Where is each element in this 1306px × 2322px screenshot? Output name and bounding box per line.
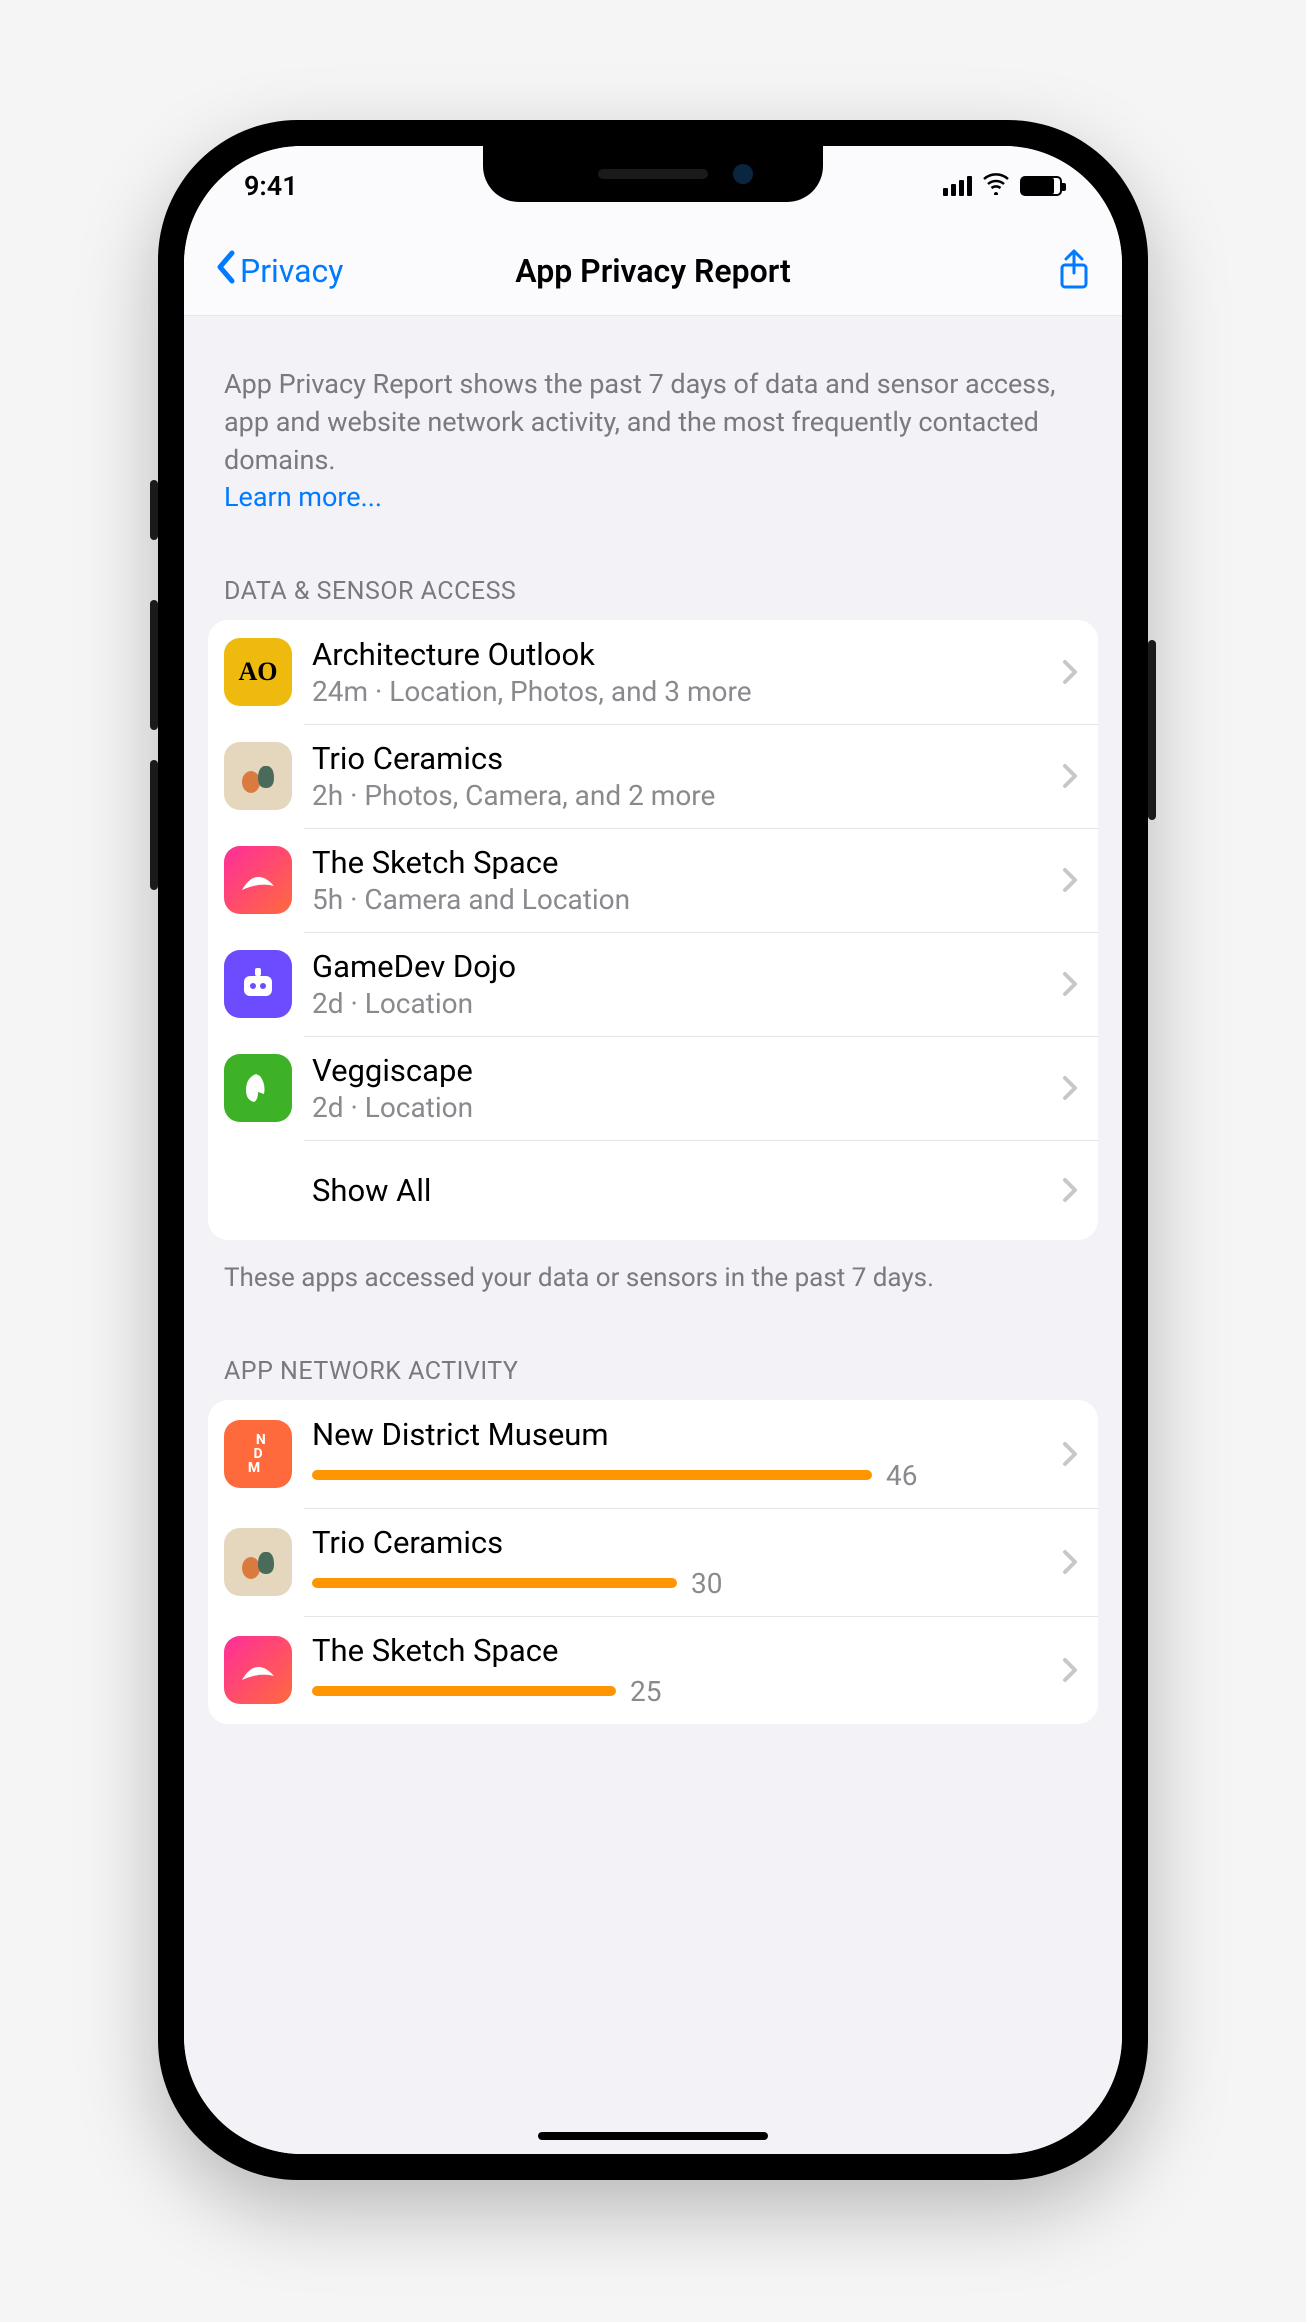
- data-sensor-row[interactable]: Veggiscape2d · Location: [208, 1036, 1098, 1140]
- back-button[interactable]: Privacy: [214, 249, 343, 293]
- activity-bar: [312, 1578, 677, 1588]
- spacer: [224, 1156, 292, 1224]
- battery-icon: [1020, 176, 1062, 196]
- network-list: NDMNew District Museum46Trio Ceramics30T…: [208, 1400, 1098, 1724]
- speaker-grille: [598, 169, 708, 179]
- access-detail: 2h · Photos, Camera, and 2 more: [312, 779, 1050, 812]
- app-name: Veggiscape: [312, 1052, 1050, 1089]
- chevron-right-icon: [1062, 971, 1078, 997]
- intro-text: App Privacy Report shows the past 7 days…: [224, 368, 1056, 476]
- chevron-right-icon: [1062, 763, 1078, 789]
- app-icon: [224, 1636, 292, 1704]
- network-row[interactable]: Trio Ceramics 30: [208, 1508, 1098, 1616]
- navigation-bar: Privacy App Privacy Report: [184, 226, 1122, 316]
- data-sensor-row[interactable]: The Sketch Space5h · Camera and Location: [208, 828, 1098, 932]
- data-sensor-row[interactable]: Trio Ceramics2h · Photos, Camera, and 2 …: [208, 724, 1098, 828]
- phone-frame: 9:41: [158, 120, 1148, 2180]
- chevron-right-icon: [1062, 1549, 1078, 1575]
- cellular-signal-icon: [943, 176, 972, 196]
- share-button[interactable]: [1056, 247, 1092, 295]
- app-name: Trio Ceramics: [312, 1524, 1050, 1561]
- network-row[interactable]: The Sketch Space 25: [208, 1616, 1098, 1724]
- app-icon: NDM: [224, 1420, 292, 1488]
- app-icon: [224, 846, 292, 914]
- power-button: [1148, 640, 1156, 820]
- chevron-right-icon: [1062, 1177, 1078, 1203]
- chevron-right-icon: [1062, 659, 1078, 685]
- share-icon: [1056, 247, 1092, 291]
- chevron-right-icon: [1062, 1441, 1078, 1467]
- data-sensor-row[interactable]: GameDev Dojo2d · Location: [208, 932, 1098, 1036]
- app-icon: [224, 950, 292, 1018]
- chevron-right-icon: [1062, 1657, 1078, 1683]
- wifi-icon: [982, 170, 1010, 202]
- mute-switch: [150, 480, 158, 540]
- front-camera: [733, 164, 753, 184]
- activity-bar: [312, 1470, 872, 1480]
- activity-bar: [312, 1686, 616, 1696]
- app-name: Architecture Outlook: [312, 636, 1050, 673]
- volume-down-button: [150, 760, 158, 890]
- app-name: The Sketch Space: [312, 844, 1050, 881]
- content-scroll[interactable]: App Privacy Report shows the past 7 days…: [184, 316, 1122, 2154]
- status-time: 9:41: [244, 170, 298, 202]
- data-sensor-header: DATA & SENSOR ACCESS: [184, 517, 1122, 620]
- app-name: Trio Ceramics: [312, 740, 1050, 777]
- home-indicator[interactable]: [538, 2132, 768, 2140]
- chevron-right-icon: [1062, 1075, 1078, 1101]
- network-row[interactable]: NDM New District Museum 46: [208, 1400, 1098, 1508]
- chevron-right-icon: [1062, 867, 1078, 893]
- back-label: Privacy: [240, 252, 343, 290]
- app-icon: AO: [224, 638, 292, 706]
- app-name: The Sketch Space: [312, 1632, 1050, 1669]
- activity-count: 30: [691, 1567, 722, 1600]
- access-detail: 2d · Location: [312, 987, 1050, 1020]
- chevron-left-icon: [214, 249, 236, 293]
- data-sensor-list: AO Architecture Outlook24m · Location, Ph…: [208, 620, 1098, 1240]
- network-header: APP NETWORK ACTIVITY: [184, 1297, 1122, 1400]
- data-sensor-row[interactable]: AO Architecture Outlook24m · Location, Ph…: [208, 620, 1098, 724]
- access-detail: 24m · Location, Photos, and 3 more: [312, 675, 1050, 708]
- app-icon: [224, 742, 292, 810]
- app-icon: [224, 1054, 292, 1122]
- volume-up-button: [150, 600, 158, 730]
- app-icon: [224, 1528, 292, 1596]
- notch: [483, 146, 823, 202]
- show-all-label: Show All: [312, 1172, 1050, 1209]
- activity-count: 46: [886, 1459, 917, 1492]
- activity-count: 25: [630, 1675, 661, 1708]
- data-sensor-footer: These apps accessed your data or sensors…: [184, 1240, 1122, 1296]
- app-name: New District Museum: [312, 1416, 1050, 1453]
- learn-more-link[interactable]: Learn more...: [224, 481, 382, 513]
- access-detail: 2d · Location: [312, 1091, 1050, 1124]
- show-all-button[interactable]: Show All: [208, 1140, 1098, 1240]
- app-name: GameDev Dojo: [312, 948, 1050, 985]
- intro-block: App Privacy Report shows the past 7 days…: [184, 316, 1122, 517]
- access-detail: 5h · Camera and Location: [312, 883, 1050, 916]
